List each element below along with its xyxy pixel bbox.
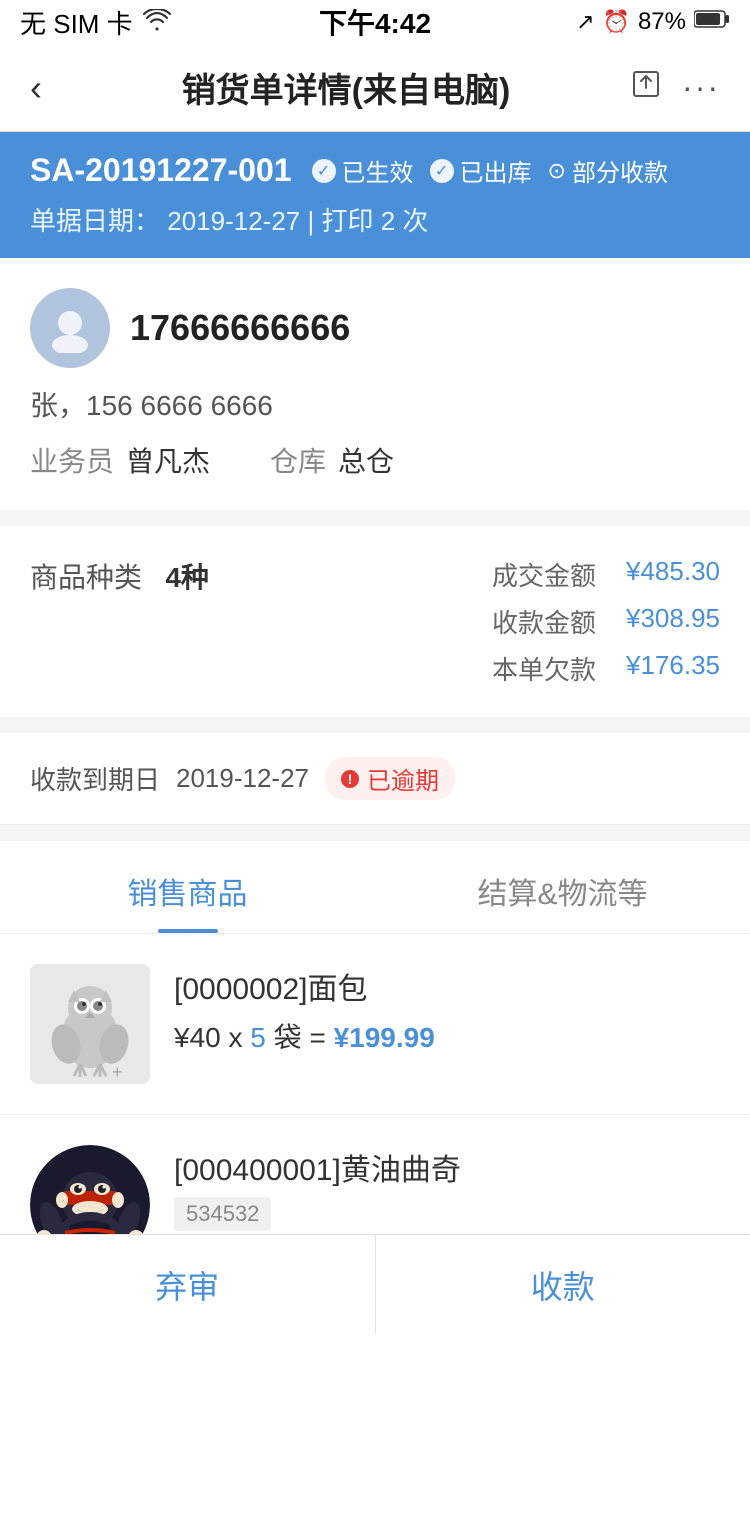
tab-sales-goods[interactable]: 销售商品 (0, 841, 375, 933)
status-bar: 无 SIM 卡 下午4:42 ↗ ⏰ 87% (0, 0, 750, 44)
due-date-value: 2019-12-27 (176, 763, 309, 794)
tag-shipped: ✓ 已出库 (430, 153, 532, 188)
page-title: 销货单详情(来自电脑) (62, 63, 630, 112)
overdue-dot: ! (341, 770, 359, 788)
product-2-name: [000400001]黄油曲奇 (174, 1145, 720, 1189)
product-1-info: [0000002]面包 ¥40 x 5 袋 = ¥199.99 (174, 964, 720, 1056)
products-section: + [0000002]面包 ¥40 x 5 袋 = ¥199.99 (0, 934, 750, 1514)
doc-date-line: 单据日期： 2019-12-27 | 打印 2 次 (30, 201, 720, 238)
carrier-label: 无 SIM 卡 (20, 4, 133, 41)
product-1-total: ¥199.99 (334, 1022, 435, 1053)
amounts: 成交金额 ¥485.30 收款金额 ¥308.95 本单欠款 ¥176.35 (492, 556, 720, 687)
product-1-price-line: ¥40 x 5 袋 = ¥199.99 (174, 1016, 720, 1056)
bottom-bar: 弃审 收款 (0, 1234, 750, 1334)
check-icon-2: ✓ (430, 159, 454, 183)
wifi-icon (143, 7, 171, 38)
tag-partial: ⊙ 部分收款 (548, 153, 668, 188)
deal-amount-label: 成交金额 (492, 556, 596, 593)
deal-amount-value: ¥485.30 (626, 556, 720, 593)
svg-text:+: + (112, 1062, 123, 1082)
back-button[interactable]: ‹ (30, 67, 42, 109)
reject-button[interactable]: 弃审 (0, 1235, 376, 1334)
collect-button[interactable]: 收款 (376, 1235, 750, 1334)
owed-value: ¥176.35 (626, 650, 720, 687)
tabs-section: 销售商品 结算&物流等 (0, 841, 750, 934)
order-id: SA-20191227-001 (30, 152, 292, 189)
sales-name: 曾凡杰 (126, 440, 210, 480)
check-icon: ✓ (312, 159, 336, 183)
product-1-qty: 5 (250, 1022, 266, 1053)
goods-type: 商品种类 4种 (30, 556, 209, 596)
stats-section: 商品种类 4种 成交金额 ¥485.30 收款金额 ¥308.95 本单欠款 ¥… (0, 526, 750, 717)
sales-label: 业务员 (30, 440, 114, 480)
due-date-label: 收款到期日 (30, 760, 160, 797)
alarm-icon: ⏰ (603, 9, 630, 35)
customer-id: 17666666666 (130, 307, 350, 349)
more-icon[interactable]: ··· (682, 69, 720, 106)
product-1-owl-icon: + (30, 964, 150, 1084)
tag-activated: ✓ 已生效 (312, 153, 414, 188)
export-icon[interactable] (630, 68, 662, 108)
nav-bar: ‹ 销货单详情(来自电脑) ··· (0, 44, 750, 132)
customer-name-phone: 张，156 6666 6666 (30, 384, 720, 424)
goods-count: 4种 (165, 562, 209, 593)
clock-icon: ⊙ (548, 158, 566, 184)
due-date-section: 收款到期日 2019-12-27 ! 已逾期 (0, 733, 750, 825)
overdue-badge: ! 已逾期 (325, 757, 455, 800)
tab-settlement[interactable]: 结算&物流等 (375, 841, 750, 933)
customer-section: 17666666666 张，156 6666 6666 业务员 曾凡杰 仓库 总… (0, 258, 750, 510)
product-2-badge: 534532 (174, 1197, 271, 1231)
avatar (30, 288, 110, 368)
product-1-name: [0000002]面包 (174, 964, 720, 1008)
collected-label: 收款金额 (492, 603, 596, 640)
warehouse-label: 仓库 (270, 440, 326, 480)
status-time: 下午4:42 (319, 2, 431, 42)
order-header: SA-20191227-001 ✓ 已生效 ✓ 已出库 ⊙ 部分收款 单据日期：… (0, 132, 750, 258)
battery-icon (694, 8, 730, 36)
product-item-1: + [0000002]面包 ¥40 x 5 袋 = ¥199.99 (0, 934, 750, 1115)
warehouse-name: 总仓 (338, 440, 394, 480)
location-icon: ↗ (576, 9, 594, 35)
product-1-thumb: + (30, 964, 150, 1084)
customer-details: 业务员 曾凡杰 仓库 总仓 (30, 440, 720, 480)
collected-value: ¥308.95 (626, 603, 720, 640)
owed-label: 本单欠款 (492, 650, 596, 687)
battery-level: 87% (638, 8, 686, 36)
